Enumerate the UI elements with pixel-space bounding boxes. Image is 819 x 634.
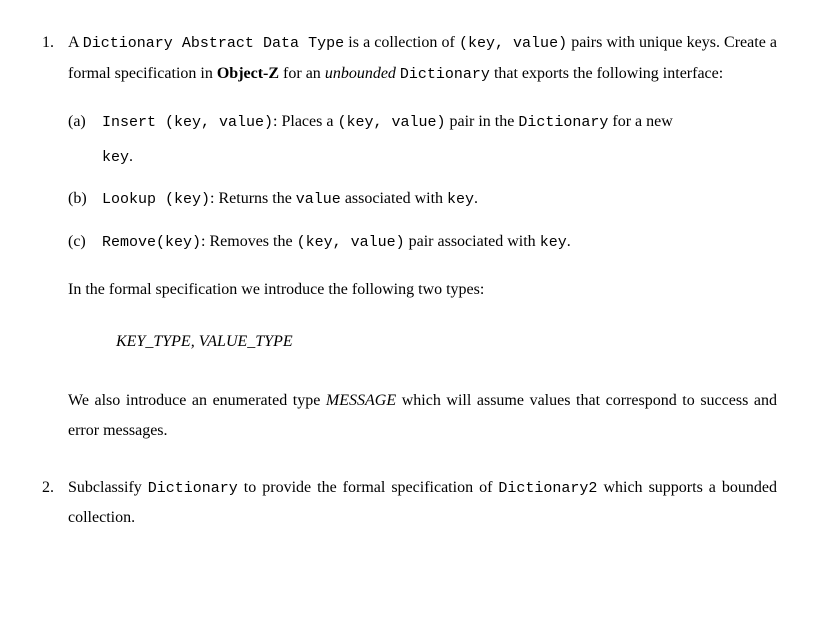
code-dictionary: Dictionary (518, 114, 608, 131)
q1-marker: 1. (42, 28, 54, 58)
text: . (567, 233, 571, 250)
text: : Removes the (201, 233, 297, 250)
q2-marker: 2. (42, 473, 54, 503)
sub-a-marker: (a) (68, 107, 86, 137)
code-lookup: Lookup (key) (102, 191, 210, 208)
text: that exports the following interface: (490, 65, 723, 82)
text: to provide the formal specification of (238, 479, 499, 496)
subitem-b: (b) Lookup (key): Returns the value asso… (68, 184, 777, 215)
text: . (129, 148, 133, 165)
text: for an (279, 65, 325, 82)
sub-c-marker: (c) (68, 227, 86, 257)
code-key-value: (key, value) (337, 114, 445, 131)
text: . (474, 190, 478, 207)
question-2: 2. Subclassify Dictionary to provide the… (42, 473, 777, 534)
code-dictionary2: Dictionary2 (498, 480, 597, 497)
code-dictionary: Dictionary (148, 480, 238, 497)
italic-unbounded: unbounded (325, 65, 396, 82)
text: pair associated with (405, 233, 540, 250)
code-key: key (447, 191, 474, 208)
q1-intro: A Dictionary Abstract Data Type is a col… (68, 28, 777, 89)
text: : Returns the (210, 190, 296, 207)
q1-types-intro: In the formal specification we introduce… (68, 275, 777, 305)
text: Subclassify (68, 479, 148, 496)
q2-body: Subclassify Dictionary to provide the fo… (68, 473, 777, 534)
code-key: key (540, 234, 567, 251)
code-key-value: (key, value) (459, 35, 567, 52)
q1-subitems: (a) Insert (key, value): Places a (key, … (68, 107, 777, 257)
subitem-c: (c) Remove(key): Removes the (key, value… (68, 227, 777, 258)
bold-object-z: Object-Z (217, 65, 279, 82)
text: : Places a (273, 113, 337, 130)
text: for a new (608, 113, 672, 130)
text: is a collection of (344, 34, 459, 51)
question-1: 1. A Dictionary Abstract Data Type is a … (42, 28, 777, 447)
text: A (68, 34, 83, 51)
code-key: key (102, 149, 129, 166)
italic-message: MESSAGE (326, 392, 396, 409)
subitem-a-cont: key. (68, 142, 777, 173)
subitem-a: (a) Insert (key, value): Places a (key, … (68, 107, 777, 138)
text: associated with (341, 190, 447, 207)
code-dictionary: Dictionary (400, 66, 490, 83)
sub-b-marker: (b) (68, 184, 87, 214)
code-remove: Remove(key) (102, 234, 201, 251)
code-insert: Insert (key, value) (102, 114, 273, 131)
code-dictionary-adt: Dictionary Abstract Data Type (83, 35, 344, 52)
code-value: value (296, 191, 341, 208)
text: pair in the (445, 113, 518, 130)
types-declaration: KEY_TYPE, VALUE_TYPE (116, 327, 777, 357)
code-key-value: (key, value) (297, 234, 405, 251)
text: We also introduce an enumerated type (68, 392, 326, 409)
q1-message-para: We also introduce an enumerated type MES… (68, 386, 777, 447)
